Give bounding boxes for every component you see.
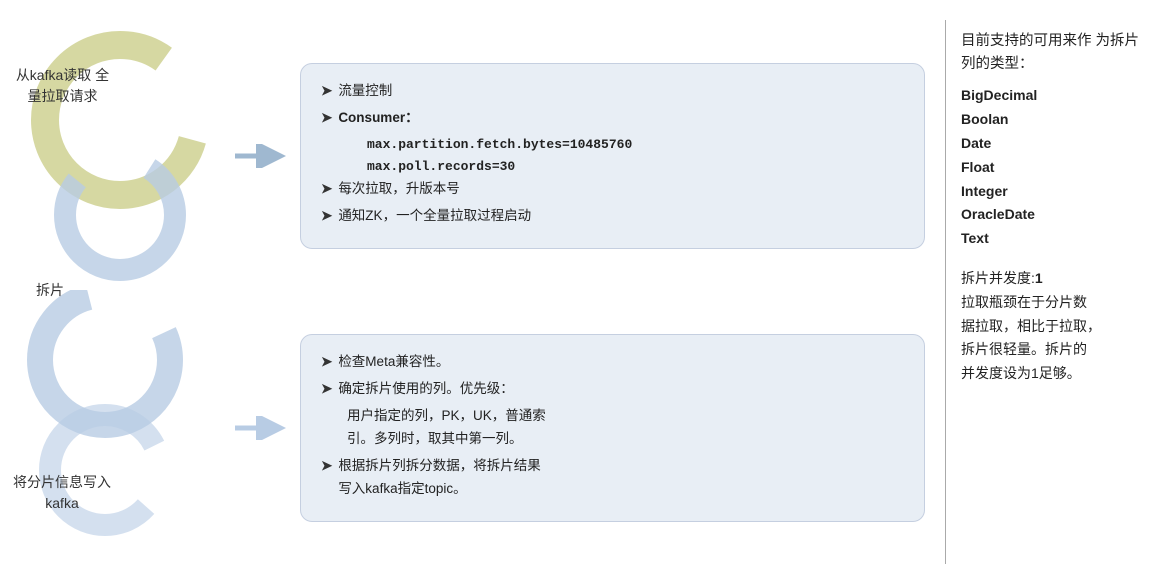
type-float: Float (961, 156, 1150, 180)
info-box-top: ➤ 流量控制 ➤ Consumer： max.partition.fetch.b… (300, 63, 925, 249)
box1-item2: ➤ Consumer： (321, 107, 904, 130)
label-shard: 拆片 (20, 280, 80, 301)
right-title: 目前支持的可用来作 为拆片列的类型： (961, 30, 1150, 76)
type-text: Text (961, 227, 1150, 251)
flow-row-bottom: ➤ 检查Meta兼容性。 ➤ 确定拆片使用的列。优先级： 用户指定的列，PK，U… (230, 302, 925, 554)
type-oracledate: OracleDate (961, 203, 1150, 227)
type-integer: Integer (961, 180, 1150, 204)
box2-item3: ➤ 根据拆片列拆分数据，将拆片结果写入kafka指定topic。 (321, 455, 904, 501)
arrow-bottom (230, 416, 290, 440)
box1-item1: ➤ 流量控制 (321, 80, 904, 103)
type-list: BigDecimal Boolan Date Float Integer Ora… (961, 84, 1150, 251)
main-container: 从kafka读取 全量拉取请求 拆片 将分片信息写入 kafka (0, 0, 1175, 584)
flow-row-top: ➤ 流量控制 ➤ Consumer： max.partition.fetch.b… (230, 30, 925, 282)
label-kafka-read: 从kafka读取 全量拉取请求 (15, 65, 110, 107)
arrow-top (230, 144, 290, 168)
type-bigdecimal: BigDecimal (961, 84, 1150, 108)
box2-item2: ➤ 确定拆片使用的列。优先级： (321, 378, 904, 401)
right-desc: 拆片并发度:1 拉取瓶颈在于分片数 据拉取，相比于拉取， 拆片很轻量。拆片的 并… (961, 267, 1150, 386)
box2-item1: ➤ 检查Meta兼容性。 (321, 351, 904, 374)
top-circles-svg (10, 20, 210, 310)
right-section: 目前支持的可用来作 为拆片列的类型： BigDecimal Boolan Dat… (945, 20, 1165, 564)
arrow-bottom-svg (233, 416, 288, 440)
type-boolan: Boolan (961, 108, 1150, 132)
left-section: 从kafka读取 全量拉取请求 拆片 将分片信息写入 kafka (10, 20, 210, 564)
box1-item3: ➤ 每次拉取，升版本号 (321, 178, 904, 201)
middle-section: ➤ 流量控制 ➤ Consumer： max.partition.fetch.b… (210, 20, 945, 564)
arrow-top-svg (233, 144, 288, 168)
box1-item4: ➤ 通知ZK，一个全量拉取过程启动 (321, 205, 904, 228)
info-box-bottom: ➤ 检查Meta兼容性。 ➤ 确定拆片使用的列。优先级： 用户指定的列，PK，U… (300, 334, 925, 522)
bottom-circles-svg (10, 290, 210, 580)
type-date: Date (961, 132, 1150, 156)
label-write-kafka: 将分片信息写入 kafka (12, 472, 112, 514)
